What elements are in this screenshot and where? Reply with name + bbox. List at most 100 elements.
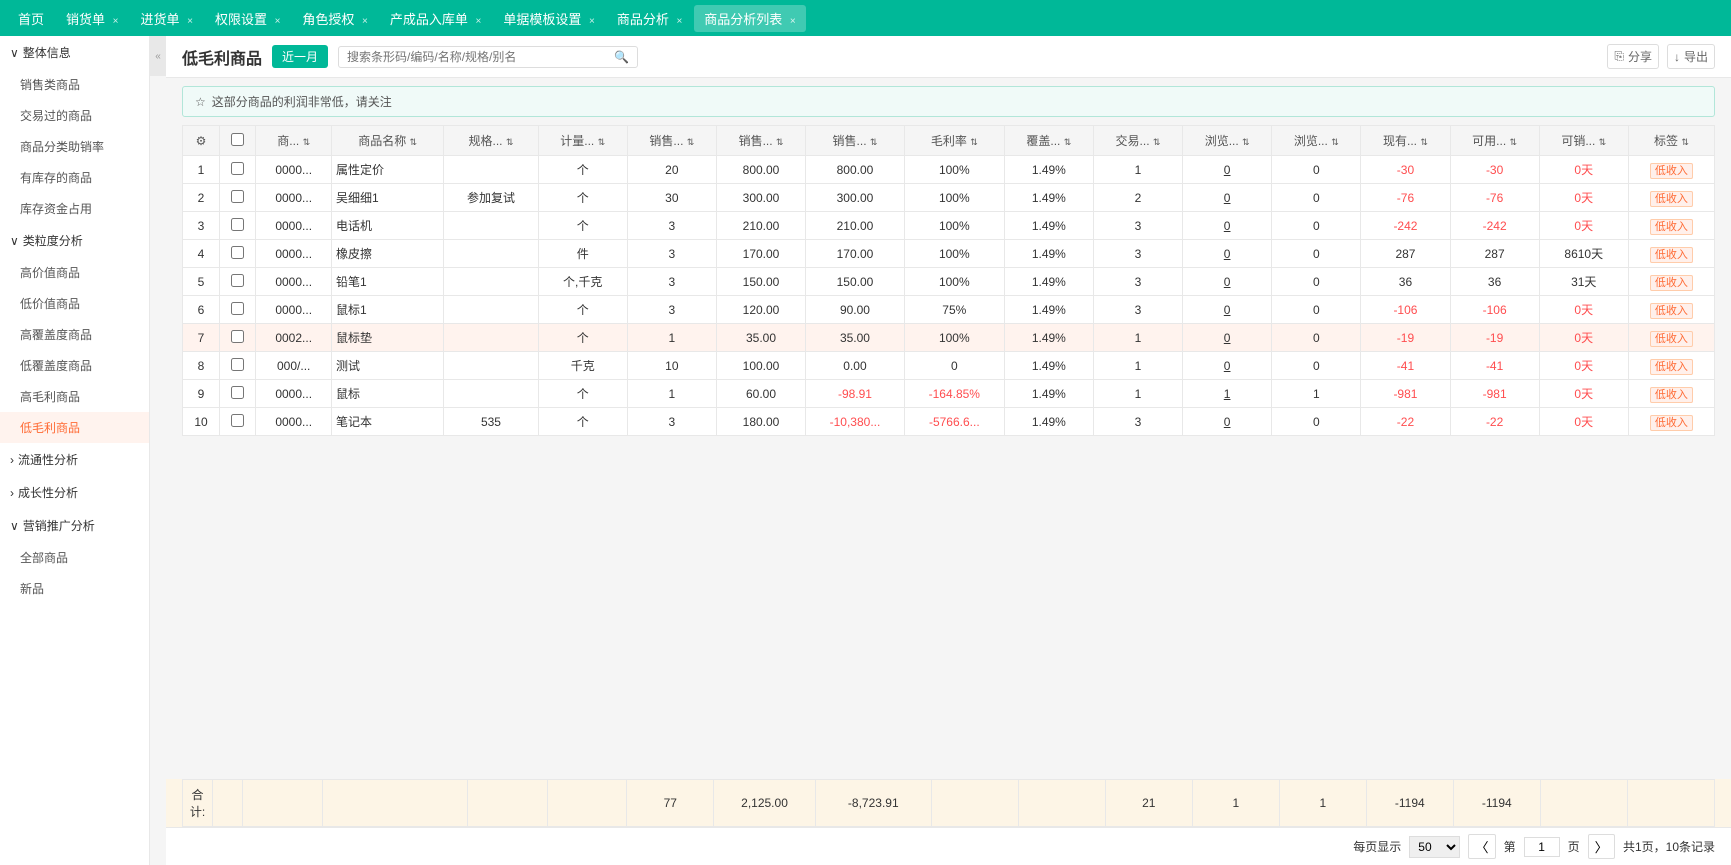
table-container[interactable]: ⚙ 商... ⇅ 商品名称 ⇅ 规格... ⇅ 计量... ⇅ 销售... ⇅ …	[166, 125, 1731, 779]
nav-purchase-close[interactable]: ×	[187, 16, 193, 27]
nav-goods-analysis-list[interactable]: 商品分析列表 ×	[694, 5, 805, 32]
page-number-input[interactable]	[1524, 837, 1560, 857]
sidebar-collapse-button[interactable]: «	[150, 36, 166, 76]
col-settings[interactable]: ⚙	[183, 126, 220, 156]
nav-permission[interactable]: 权限设置 ×	[205, 5, 290, 32]
row-no-1: 1	[183, 156, 220, 184]
nav-goods-analysis[interactable]: 商品分析 ×	[607, 5, 692, 32]
row-liulan1-8[interactable]: 0	[1183, 352, 1272, 380]
col-sales1[interactable]: 销售... ⇅	[627, 126, 716, 156]
row-liulan1-6[interactable]: 0	[1183, 296, 1272, 324]
nav-product-entry[interactable]: 产成品入库单 ×	[380, 5, 491, 32]
table-row: 1 0000... 属性定价 个 20 800.00 800.00 100% 1…	[183, 156, 1715, 184]
sidebar-item-category-rate[interactable]: 商品分类助销率	[0, 131, 149, 162]
row-liulan1-9[interactable]: 1	[1183, 380, 1272, 408]
page-size-select[interactable]: 50 100 200	[1409, 836, 1460, 858]
share-button[interactable]: ⎘ 分享	[1607, 44, 1659, 69]
row-checkbox-input-2[interactable]	[231, 190, 244, 203]
select-all-checkbox[interactable]	[231, 133, 244, 146]
row-liulan1-7[interactable]: 0	[1183, 324, 1272, 352]
row-liulan1-10[interactable]: 0	[1183, 408, 1272, 436]
sidebar-section-granularity[interactable]: ∨ 类粒度分析	[0, 224, 149, 257]
sidebar-item-all-goods[interactable]: 全部商品	[0, 542, 149, 573]
nav-home[interactable]: 首页	[8, 5, 54, 32]
row-checkbox-input-1[interactable]	[231, 162, 244, 175]
row-checkbox-6[interactable]	[219, 296, 255, 324]
sidebar-item-low-margin[interactable]: 低毛利商品	[0, 412, 149, 443]
sidebar-section-overall[interactable]: ∨ 整体信息	[0, 36, 149, 69]
nav-goods-analysis-list-close[interactable]: ×	[790, 16, 796, 27]
nav-template[interactable]: 单据模板设置 ×	[493, 5, 604, 32]
col-saleable[interactable]: 可销... ⇅	[1539, 126, 1628, 156]
row-checkbox-10[interactable]	[219, 408, 255, 436]
nav-role-close[interactable]: ×	[362, 16, 368, 27]
sidebar-item-low-coverage[interactable]: 低覆盖度商品	[0, 350, 149, 381]
col-sales2[interactable]: 销售... ⇅	[716, 126, 805, 156]
search-icon[interactable]: 🔍	[614, 50, 629, 64]
sidebar-item-high-value[interactable]: 高价值商品	[0, 257, 149, 288]
next-page-button[interactable]: 〉	[1588, 834, 1615, 859]
row-checkbox-4[interactable]	[219, 240, 255, 268]
row-liulan1-3[interactable]: 0	[1183, 212, 1272, 240]
sidebar-section-marketing[interactable]: ∨ 营销推广分析	[0, 509, 149, 542]
row-checkbox-8[interactable]	[219, 352, 255, 380]
row-checkbox-3[interactable]	[219, 212, 255, 240]
prev-page-button[interactable]: 〈	[1468, 834, 1495, 859]
nav-sales[interactable]: 销货单 ×	[56, 5, 128, 32]
row-checkbox-2[interactable]	[219, 184, 255, 212]
sidebar-item-high-coverage[interactable]: 高覆盖度商品	[0, 319, 149, 350]
nav-sales-close[interactable]: ×	[113, 16, 119, 27]
sidebar-item-capital[interactable]: 库存资金占用	[0, 193, 149, 224]
row-liulan1-1[interactable]: 0	[1183, 156, 1272, 184]
sidebar-item-sales-goods[interactable]: 销售类商品	[0, 69, 149, 100]
col-spec[interactable]: 规格... ⇅	[444, 126, 538, 156]
row-checkbox-input-5[interactable]	[231, 274, 244, 287]
col-unit[interactable]: 计量... ⇅	[538, 126, 627, 156]
col-coverage[interactable]: 覆盖... ⇅	[1004, 126, 1093, 156]
row-checkbox-9[interactable]	[219, 380, 255, 408]
col-tag[interactable]: 标签 ⇅	[1628, 126, 1714, 156]
col-code[interactable]: 商... ⇅	[256, 126, 332, 156]
sidebar-item-high-margin[interactable]: 高毛利商品	[0, 381, 149, 412]
export-button[interactable]: ↓ 导出	[1667, 44, 1715, 69]
nav-permission-close[interactable]: ×	[275, 16, 281, 27]
row-checkbox-input-4[interactable]	[231, 246, 244, 259]
row-checkbox-7[interactable]	[219, 324, 255, 352]
sidebar-section-growth[interactable]: › 成长性分析	[0, 476, 149, 509]
sidebar-item-low-value[interactable]: 低价值商品	[0, 288, 149, 319]
col-checkbox-all[interactable]	[219, 126, 255, 156]
nav-template-close[interactable]: ×	[589, 16, 595, 27]
col-available[interactable]: 可用... ⇅	[1450, 126, 1539, 156]
row-checkbox-5[interactable]	[219, 268, 255, 296]
col-browse1[interactable]: 浏览... ⇅	[1183, 126, 1272, 156]
row-liulan1-5[interactable]: 0	[1183, 268, 1272, 296]
row-checkbox-input-6[interactable]	[231, 302, 244, 315]
col-current-stock[interactable]: 现有... ⇅	[1361, 126, 1450, 156]
sidebar-section-circulation[interactable]: › 流通性分析	[0, 443, 149, 476]
search-input[interactable]	[347, 50, 610, 64]
row-checkbox-input-9[interactable]	[231, 386, 244, 399]
col-name[interactable]: 商品名称 ⇅	[331, 126, 443, 156]
nav-purchase[interactable]: 进货单 ×	[130, 5, 202, 32]
row-checkbox-input-7[interactable]	[231, 330, 244, 343]
sidebar-item-new-goods[interactable]: 新品	[0, 573, 149, 604]
col-margin-rate[interactable]: 毛利率 ⇅	[904, 126, 1004, 156]
col-sales3[interactable]: 销售... ⇅	[806, 126, 905, 156]
nav-goods-analysis-close[interactable]: ×	[676, 16, 682, 27]
row-checkbox-input-10[interactable]	[231, 414, 244, 427]
sidebar-item-traded-goods[interactable]: 交易过的商品	[0, 100, 149, 131]
row-maoli-9: -164.85%	[904, 380, 1004, 408]
row-checkbox-1[interactable]	[219, 156, 255, 184]
nav-role[interactable]: 角色授权 ×	[292, 5, 377, 32]
row-liulan1-4[interactable]: 0	[1183, 240, 1272, 268]
nav-product-entry-close[interactable]: ×	[476, 16, 482, 27]
row-unit-8: 千克	[538, 352, 627, 380]
col-transaction[interactable]: 交易... ⇅	[1093, 126, 1182, 156]
row-checkbox-input-8[interactable]	[231, 358, 244, 371]
col-browse2[interactable]: 浏览... ⇅	[1272, 126, 1361, 156]
row-checkbox-input-3[interactable]	[231, 218, 244, 231]
row-maoli-3: 100%	[904, 212, 1004, 240]
time-filter-button[interactable]: 近一月	[272, 45, 328, 68]
sidebar-item-stocked-goods[interactable]: 有库存的商品	[0, 162, 149, 193]
row-liulan1-2[interactable]: 0	[1183, 184, 1272, 212]
